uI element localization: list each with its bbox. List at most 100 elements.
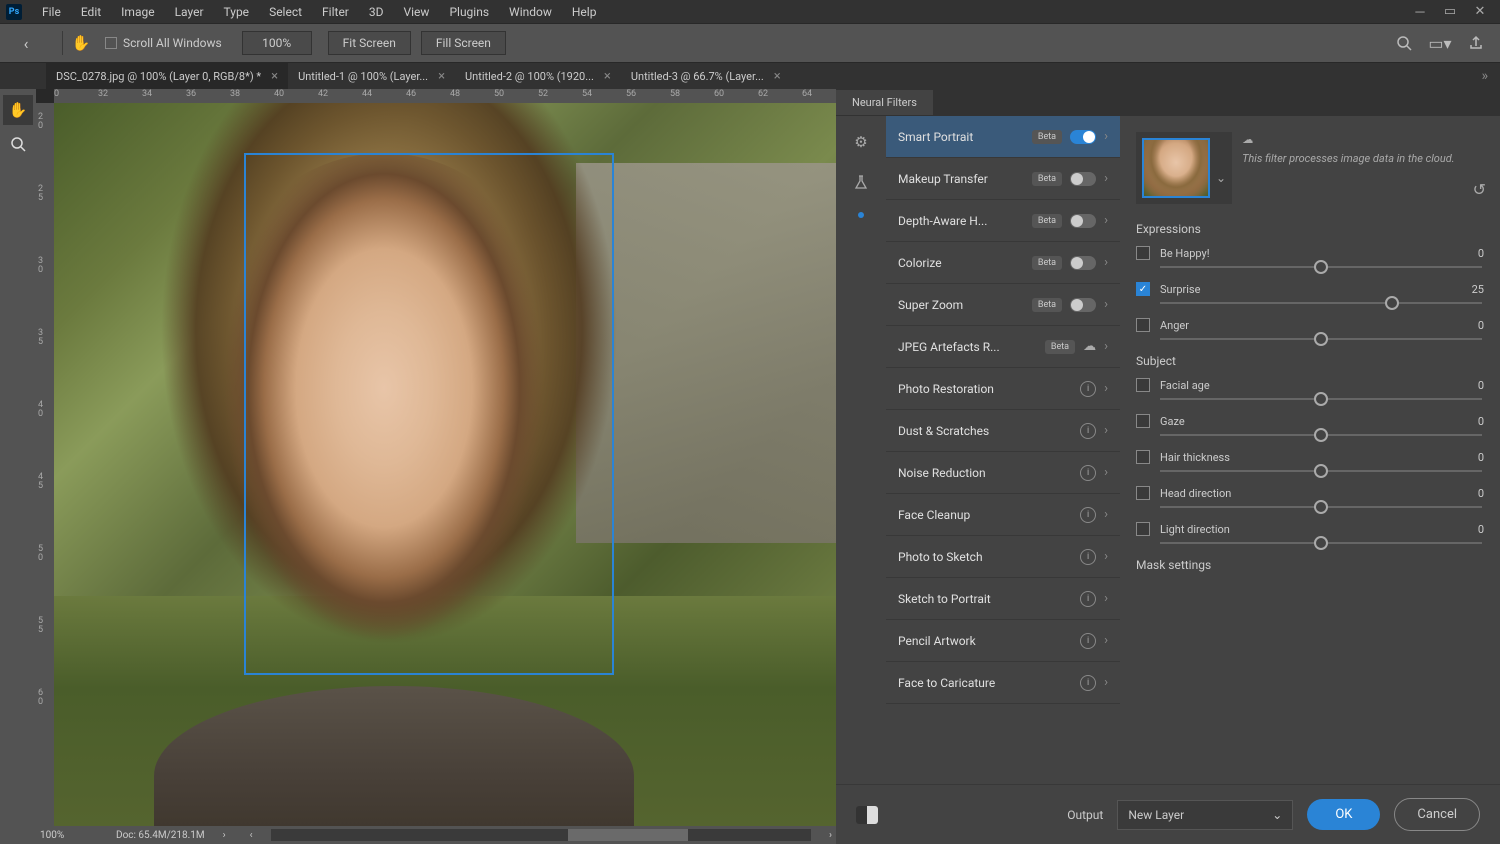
filter-toggle[interactable] <box>1070 256 1096 270</box>
slider-checkbox[interactable] <box>1136 246 1150 260</box>
tab-close-icon[interactable]: × <box>438 69 445 84</box>
tab-close-icon[interactable]: × <box>604 69 611 84</box>
info-icon[interactable]: i <box>1080 591 1096 607</box>
slider-handle[interactable] <box>1314 332 1328 346</box>
slider-checkbox[interactable] <box>1136 414 1150 428</box>
h-scrollbar[interactable] <box>271 829 811 841</box>
filter-row[interactable]: Face to Caricaturei› <box>886 662 1120 704</box>
info-icon[interactable]: i <box>1080 381 1096 397</box>
scroll-all-checkbox[interactable] <box>105 37 117 49</box>
filter-row[interactable]: Depth-Aware H...Beta› <box>886 200 1120 242</box>
menu-layer[interactable]: Layer <box>165 1 214 23</box>
menu-plugins[interactable]: Plugins <box>439 1 499 23</box>
info-icon[interactable]: i <box>1080 549 1096 565</box>
minimize-icon[interactable]: ─ <box>1406 2 1434 22</box>
filter-row[interactable]: Makeup TransferBeta› <box>886 158 1120 200</box>
restore-icon[interactable]: ▭ <box>1436 2 1464 22</box>
share-icon[interactable] <box>1464 31 1488 55</box>
hand-tool-button[interactable]: ✋ <box>3 95 33 125</box>
fit-screen-button[interactable]: Fit Screen <box>328 31 411 55</box>
zoom-input[interactable]: 100% <box>242 31 312 55</box>
filter-row[interactable]: Super ZoomBeta› <box>886 284 1120 326</box>
reset-icon[interactable]: ↺ <box>1473 180 1486 199</box>
close-icon[interactable]: ✕ <box>1466 2 1494 22</box>
cancel-button[interactable]: Cancel <box>1394 798 1480 831</box>
menu-edit[interactable]: Edit <box>71 1 111 23</box>
document-image <box>54 103 836 826</box>
filter-row[interactable]: Noise Reductioni› <box>886 452 1120 494</box>
filter-row[interactable]: Photo to Sketchi› <box>886 536 1120 578</box>
slider-checkbox[interactable] <box>1136 486 1150 500</box>
filter-row[interactable]: Smart PortraitBeta› <box>886 116 1120 158</box>
face-thumbnail[interactable] <box>1142 138 1210 198</box>
beta-category-icon[interactable] <box>849 170 873 194</box>
info-icon[interactable]: i <box>1080 507 1096 523</box>
menu-image[interactable]: Image <box>111 1 164 23</box>
filter-row[interactable]: JPEG Artefacts R...Beta☁› <box>886 326 1120 368</box>
menu-3d[interactable]: 3D <box>359 1 394 23</box>
status-zoom[interactable]: 100% <box>40 830 98 841</box>
menu-window[interactable]: Window <box>499 1 562 23</box>
canvas[interactable] <box>54 103 836 826</box>
slider-handle[interactable] <box>1314 260 1328 274</box>
workspace-icon[interactable]: ▭▾ <box>1428 31 1452 55</box>
slider-checkbox[interactable] <box>1136 450 1150 464</box>
slider-handle[interactable] <box>1314 392 1328 406</box>
featured-category-icon[interactable]: ⚙ <box>849 130 873 154</box>
document-tab[interactable]: DSC_0278.jpg @ 100% (Layer 0, RGB/8*) *× <box>46 63 288 89</box>
download-cloud-icon[interactable]: ☁ <box>1083 339 1096 354</box>
filter-toggle[interactable] <box>1070 172 1096 186</box>
slider-track[interactable] <box>1160 434 1482 436</box>
menu-view[interactable]: View <box>394 1 440 23</box>
face-dropdown-icon[interactable]: ⌄ <box>1216 151 1226 185</box>
fill-screen-button[interactable]: Fill Screen <box>421 31 506 55</box>
document-tab[interactable]: Untitled-2 @ 100% (1920...× <box>455 63 621 89</box>
filter-toggle[interactable] <box>1070 214 1096 228</box>
filter-row[interactable]: ColorizeBeta› <box>886 242 1120 284</box>
slider-track[interactable] <box>1160 470 1482 472</box>
slider-checkbox[interactable] <box>1136 318 1150 332</box>
tabs-overflow-icon[interactable]: » <box>1481 68 1500 84</box>
output-select[interactable]: New Layer⌄ <box>1117 800 1293 830</box>
slider-track[interactable] <box>1160 266 1482 268</box>
filter-row[interactable]: Sketch to Portraiti› <box>886 578 1120 620</box>
slider-track[interactable] <box>1160 302 1482 304</box>
slider-handle[interactable] <box>1314 500 1328 514</box>
info-icon[interactable]: i <box>1080 423 1096 439</box>
menu-filter[interactable]: Filter <box>312 1 359 23</box>
menu-help[interactable]: Help <box>562 1 607 23</box>
search-icon[interactable] <box>1392 31 1416 55</box>
layer-mask-icon[interactable] <box>856 806 878 824</box>
info-icon[interactable]: i <box>1080 465 1096 481</box>
slider-track[interactable] <box>1160 338 1482 340</box>
filter-row[interactable]: Photo Restorationi› <box>886 368 1120 410</box>
tab-close-icon[interactable]: × <box>271 69 278 84</box>
slider-track[interactable] <box>1160 506 1482 508</box>
filter-toggle[interactable] <box>1070 298 1096 312</box>
document-tab[interactable]: Untitled-3 @ 66.7% (Layer...× <box>621 63 791 89</box>
slider-track[interactable] <box>1160 542 1482 544</box>
slider-handle[interactable] <box>1314 536 1328 550</box>
filter-row[interactable]: Dust & Scratchesi› <box>886 410 1120 452</box>
filter-row[interactable]: Pencil Artworki› <box>886 620 1120 662</box>
menu-type[interactable]: Type <box>214 1 260 23</box>
tab-close-icon[interactable]: × <box>774 69 781 84</box>
document-tab[interactable]: Untitled-1 @ 100% (Layer...× <box>288 63 455 89</box>
filter-row[interactable]: Face Cleanupi› <box>886 494 1120 536</box>
status-menu-icon[interactable]: › <box>223 830 226 841</box>
slider-checkbox[interactable] <box>1136 378 1150 392</box>
zoom-tool-button[interactable] <box>3 129 33 159</box>
info-icon[interactable]: i <box>1080 633 1096 649</box>
slider-checkbox[interactable] <box>1136 282 1150 296</box>
back-button[interactable]: ‹ <box>12 29 40 57</box>
filter-toggle[interactable] <box>1070 130 1096 144</box>
slider-checkbox[interactable] <box>1136 522 1150 536</box>
ok-button[interactable]: OK <box>1307 799 1380 830</box>
slider-track[interactable] <box>1160 398 1482 400</box>
menu-file[interactable]: File <box>32 1 71 23</box>
slider-handle[interactable] <box>1314 428 1328 442</box>
slider-handle[interactable] <box>1385 296 1399 310</box>
menu-select[interactable]: Select <box>259 1 312 23</box>
slider-handle[interactable] <box>1314 464 1328 478</box>
info-icon[interactable]: i <box>1080 675 1096 691</box>
